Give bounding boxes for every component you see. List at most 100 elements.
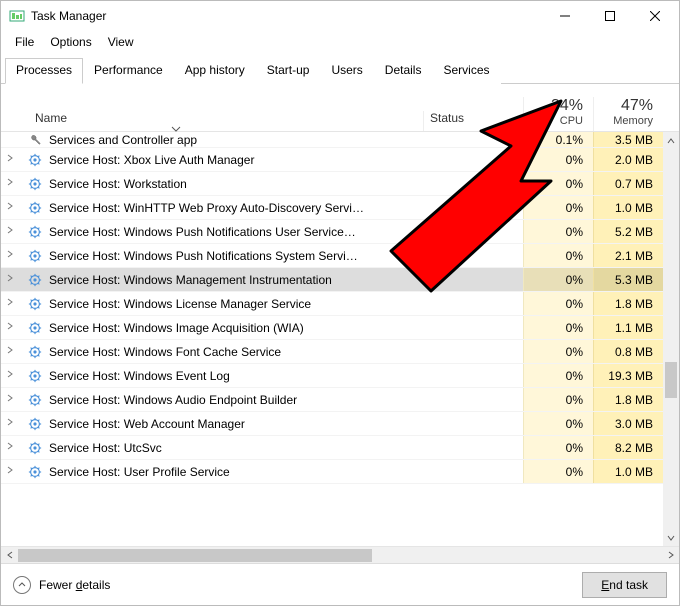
expand-chevron-icon[interactable] [1,418,15,429]
process-cpu: 0% [523,436,593,459]
chevron-up-icon [13,576,31,594]
menu-options[interactable]: Options [42,33,99,51]
gear-icon [27,344,43,360]
col-memory[interactable]: 47% Memory [593,97,663,131]
process-name: Service Host: Windows Font Cache Service [49,345,423,359]
gear-icon [27,368,43,384]
process-row[interactable]: Services and Controller app0.1%3.5 MB [1,132,679,148]
tabstrip: ProcessesPerformanceApp historyStart-upU… [1,57,679,84]
process-name: Service Host: Web Account Manager [49,417,423,431]
expand-chevron-icon[interactable] [1,226,15,237]
horizontal-scrollbar[interactable] [1,546,679,563]
process-row[interactable]: Service Host: Windows Audio Endpoint Bui… [1,388,679,412]
app-icon [9,8,25,24]
process-row[interactable]: Service Host: Xbox Live Auth Manager0%2.… [1,148,679,172]
expand-chevron-icon[interactable] [1,322,15,333]
gear-icon [27,392,43,408]
process-cpu: 0% [523,460,593,483]
process-cpu: 0% [523,268,593,291]
process-row[interactable]: Service Host: Windows Image Acquisition … [1,316,679,340]
menubar: File Options View [1,31,679,53]
end-task-button[interactable]: End task [582,572,667,598]
process-name: Service Host: Windows Push Notifications… [49,249,423,263]
maximize-button[interactable] [587,2,632,30]
fewer-details-button[interactable]: Fewer details [13,576,582,594]
tab-app-history[interactable]: App history [174,58,256,84]
col-status[interactable]: Status [423,111,523,131]
process-name: Service Host: Windows Audio Endpoint Bui… [49,393,423,407]
process-row[interactable]: Service Host: Windows License Manager Se… [1,292,679,316]
expand-chevron-icon[interactable] [1,466,15,477]
process-row[interactable]: Service Host: Web Account Manager0%3.0 M… [1,412,679,436]
window-title: Task Manager [31,9,542,23]
expand-chevron-icon[interactable] [1,394,15,405]
process-memory: 2.0 MB [593,148,663,171]
tab-details[interactable]: Details [374,58,433,84]
scroll-thumb[interactable] [665,362,677,398]
scroll-up-icon[interactable] [663,132,679,149]
process-name: Service Host: Windows Event Log [49,369,423,383]
process-memory: 1.0 MB [593,460,663,483]
titlebar[interactable]: Task Manager [1,1,679,31]
tab-services[interactable]: Services [432,58,500,84]
process-memory: 3.0 MB [593,412,663,435]
expand-chevron-icon[interactable] [1,202,15,213]
content-area: Name Status 34% CPU 47% Memory Services … [1,84,679,563]
scroll-right-icon[interactable] [662,547,679,564]
expand-chevron-icon[interactable] [1,298,15,309]
expand-chevron-icon[interactable] [1,154,15,165]
gear-icon [27,320,43,336]
gear-icon [27,416,43,432]
scroll-left-icon[interactable] [1,547,18,564]
vertical-scrollbar[interactable] [663,132,679,546]
process-memory: 2.1 MB [593,244,663,267]
gear-icon [27,224,43,240]
expand-chevron-icon[interactable] [1,370,15,381]
tab-start-up[interactable]: Start-up [256,58,321,84]
process-row[interactable]: Service Host: Workstation0%0.7 MB [1,172,679,196]
process-row[interactable]: Service Host: Windows Event Log0%19.3 MB [1,364,679,388]
process-cpu: 0.1% [523,132,593,147]
process-cpu: 0% [523,196,593,219]
process-cpu: 0% [523,364,593,387]
col-cpu[interactable]: 34% CPU [523,97,593,131]
process-memory: 0.7 MB [593,172,663,195]
process-row[interactable]: Service Host: WinHTTP Web Proxy Auto-Dis… [1,196,679,220]
col-name[interactable]: Name [1,111,423,131]
process-list: Services and Controller app0.1%3.5 MBSer… [1,132,679,546]
tab-users[interactable]: Users [320,58,373,84]
process-name: Service Host: WinHTTP Web Proxy Auto-Dis… [49,201,423,215]
process-row[interactable]: Service Host: Windows Font Cache Service… [1,340,679,364]
window-controls [542,2,677,30]
process-name: Service Host: UtcSvc [49,441,423,455]
hscroll-thumb[interactable] [18,549,372,562]
gear-icon [27,464,43,480]
tab-performance[interactable]: Performance [83,58,174,84]
tab-processes[interactable]: Processes [5,58,83,84]
expand-chevron-icon[interactable] [1,250,15,261]
process-memory: 5.3 MB [593,268,663,291]
process-row[interactable]: Service Host: User Profile Service0%1.0 … [1,460,679,484]
minimize-button[interactable] [542,2,587,30]
process-row[interactable]: Service Host: Windows Management Instrum… [1,268,679,292]
expand-chevron-icon[interactable] [1,178,15,189]
expand-chevron-icon[interactable] [1,274,15,285]
expand-chevron-icon[interactable] [1,442,15,453]
process-row[interactable]: Service Host: Windows Push Notifications… [1,244,679,268]
process-cpu: 0% [523,316,593,339]
process-memory: 8.2 MB [593,436,663,459]
process-memory: 1.0 MB [593,196,663,219]
scroll-down-icon[interactable] [663,529,679,546]
process-row[interactable]: Service Host: Windows Push Notifications… [1,220,679,244]
process-cpu: 0% [523,292,593,315]
gear-icon [27,176,43,192]
process-memory: 1.8 MB [593,292,663,315]
menu-view[interactable]: View [100,33,142,51]
process-row[interactable]: Service Host: UtcSvc 0%8.2 MB [1,436,679,460]
process-name: Services and Controller app [49,133,423,147]
menu-file[interactable]: File [7,33,42,51]
close-button[interactable] [632,2,677,30]
gear-icon [27,152,43,168]
fewer-details-label: Fewer details [39,578,110,592]
expand-chevron-icon[interactable] [1,346,15,357]
